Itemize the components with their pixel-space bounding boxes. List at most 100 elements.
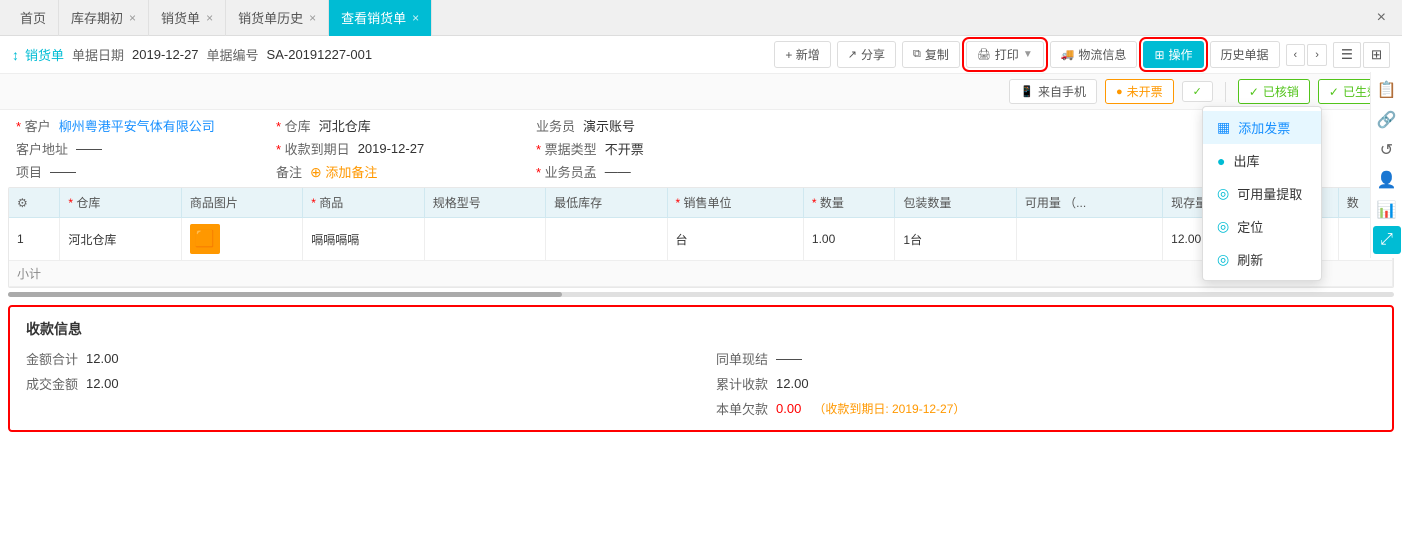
- warehouse-value: 河北仓库: [319, 116, 371, 135]
- col-min-stock: 最低库存: [546, 188, 667, 218]
- col-warehouse: * 仓库: [60, 188, 181, 218]
- dropdown-refresh[interactable]: ◎ 刷新: [1203, 243, 1321, 276]
- ticket-value: 不开票: [605, 139, 644, 158]
- staff-value: 演示账号: [583, 116, 635, 135]
- copy-button[interactable]: ⧉ 复制: [902, 41, 960, 68]
- row-avail-qty: [1016, 218, 1162, 261]
- address-label: 客户地址: [16, 139, 68, 158]
- tab-history[interactable]: 销货单历史 ×: [226, 0, 329, 36]
- sidebar-refresh-icon[interactable]: ↺: [1373, 136, 1401, 164]
- outbound-icon: ●: [1217, 153, 1225, 169]
- confirmed-badge: ✓ 已核销: [1238, 79, 1310, 104]
- tab-inventory[interactable]: 库存期初 ×: [59, 0, 149, 36]
- customer-field: 客户 柳州粤港平安气体有限公司: [16, 116, 236, 135]
- col-product-img: 商品图片: [181, 188, 302, 218]
- refresh-icon: ◎: [1217, 251, 1229, 268]
- salesperson-value: ——: [605, 164, 631, 179]
- payment-right: 同单现结 —— 累计收款 12.00 本单欠款 0.00 （收款到期日: 201…: [716, 349, 1376, 418]
- due-label: 收款到期日: [276, 139, 350, 158]
- tab-sales-close[interactable]: ×: [206, 11, 213, 25]
- sidebar-chart-icon[interactable]: 📊: [1373, 196, 1401, 224]
- form-row-1: 客户 柳州粤港平安气体有限公司 仓库 河北仓库 业务员 演示账号: [16, 116, 1386, 135]
- warehouse-label: 仓库: [276, 116, 311, 135]
- form-row-3: 项目 —— 备注 ⊕ 添加备注 业务员孟 ——: [16, 162, 1386, 181]
- dropdown-locate[interactable]: ◎ 定位: [1203, 210, 1321, 243]
- logistics-button[interactable]: 🚚 物流信息: [1050, 41, 1138, 68]
- dropdown-outbound[interactable]: ● 出库: [1203, 144, 1321, 177]
- nav-arrows: ‹ ›: [1286, 44, 1327, 66]
- print-button[interactable]: 🖨 打印 ▼: [966, 41, 1044, 68]
- project-label: 项目: [16, 162, 42, 181]
- tab-bar: 首页 库存期初 × 销货单 × 销货单历史 × 查看销货单 × ×: [0, 0, 1402, 36]
- tab-view-sales[interactable]: 查看销货单 ×: [329, 0, 432, 36]
- tab-history-close[interactable]: ×: [309, 11, 316, 25]
- owed-row: 本单欠款 0.00 （收款到期日: 2019-12-27）: [716, 399, 1376, 418]
- warehouse-field: 仓库 河北仓库: [276, 116, 496, 135]
- doc-header: ↕ 销货单 单据日期 2019-12-27 单据编号 SA-20191227-0…: [0, 36, 1402, 74]
- share-button[interactable]: ↗ 分享: [837, 41, 896, 68]
- row-product-img: 🟧: [181, 218, 302, 261]
- project-value: ——: [50, 164, 76, 179]
- table-scroll-hint: [8, 292, 1394, 297]
- sidebar-user-icon[interactable]: 👤: [1373, 166, 1401, 194]
- col-qty: * 数量: [803, 188, 895, 218]
- row-min-stock: [546, 218, 667, 261]
- qty-pickup-icon: ◎: [1217, 185, 1229, 202]
- col-pkg-qty: 包装数量: [895, 188, 1016, 218]
- data-table-container: ⚙ * 仓库 商品图片 * 商品 规格型号 最低库存 * 销售单位 * 数量 包…: [8, 187, 1394, 288]
- salesperson-label: 业务员孟: [536, 162, 597, 181]
- col-gear: ⚙: [9, 188, 60, 218]
- grid-view-button[interactable]: ⊞: [1363, 42, 1390, 68]
- product-thumbnail: 🟧: [190, 224, 220, 254]
- settings-icon[interactable]: ⚙: [17, 196, 28, 210]
- list-view-button[interactable]: ☰: [1333, 42, 1361, 68]
- col-avail-qty: 可用量 （...: [1016, 188, 1162, 218]
- row-unit: 台: [667, 218, 803, 261]
- customer-value[interactable]: 柳州粤港平安气体有限公司: [59, 116, 215, 135]
- customer-label: 客户: [16, 116, 51, 135]
- project-field: 项目 ——: [16, 162, 236, 181]
- subtotal-row: 小计: [9, 261, 1393, 287]
- ticket-field: 票据类型 不开票: [536, 139, 756, 158]
- row-spec: [424, 218, 545, 261]
- toolbar-row: 📱 来自手机 ● 未开票 ✓ ✓ 已核销 ✓ 已生效: [0, 74, 1402, 110]
- main-content: ↕ 销货单 单据日期 2019-12-27 单据编号 SA-20191227-0…: [0, 36, 1402, 533]
- row-pkg-qty: 1台: [895, 218, 1016, 261]
- dropdown-add-invoice[interactable]: ▦ 添加发票: [1203, 111, 1321, 144]
- history-button[interactable]: 历史单据: [1210, 41, 1280, 68]
- not-open-button[interactable]: ● 未开票: [1105, 79, 1174, 104]
- sidebar-clipboard-icon[interactable]: 📋: [1373, 76, 1401, 104]
- dropdown-qty-pickup[interactable]: ◎ 可用量提取: [1203, 177, 1321, 210]
- new-button[interactable]: + 新增: [774, 41, 830, 68]
- address-value: ——: [76, 141, 102, 156]
- row-qty: 1.00: [803, 218, 895, 261]
- payment-title: 收款信息: [26, 319, 1376, 339]
- sidebar-link-icon[interactable]: 🔗: [1373, 106, 1401, 134]
- prev-button[interactable]: ‹: [1286, 44, 1306, 66]
- doc-type-label: ↕ 销货单: [12, 45, 64, 64]
- col-unit: * 销售单位: [667, 188, 803, 218]
- tab-sales[interactable]: 销货单 ×: [149, 0, 226, 36]
- toolbar-divider: [1225, 82, 1226, 102]
- locate-icon: ◎: [1217, 218, 1229, 235]
- payment-section: 收款信息 金额合计 12.00 成交金额 12.00 同单现结 —— 累计收款: [8, 305, 1394, 432]
- tab-home[interactable]: 首页: [8, 0, 59, 36]
- window-close-button[interactable]: ×: [1369, 9, 1394, 27]
- doc-actions: + 新增 ↗ 分享 ⧉ 复制 🖨 打印 ▼ 🚚 物流信息 ⊞ 操作: [774, 41, 1390, 68]
- next-button[interactable]: ›: [1307, 44, 1327, 66]
- staff-label: 业务员: [536, 116, 575, 135]
- tab-inventory-close[interactable]: ×: [129, 11, 136, 25]
- due-field: 收款到期日 2019-12-27: [276, 139, 496, 158]
- sidebar-expand-icon[interactable]: ⤢: [1373, 226, 1401, 254]
- form-section: 客户 柳州粤港平安气体有限公司 仓库 河北仓库 业务员 演示账号 客户地址 ——: [0, 110, 1402, 187]
- confirm-button[interactable]: ✓: [1182, 81, 1213, 102]
- cumulative-row: 累计收款 12.00: [716, 374, 1376, 393]
- tab-view-sales-close[interactable]: ×: [412, 11, 419, 25]
- row-warehouse: 河北仓库: [60, 218, 181, 261]
- operate-button[interactable]: ⊞ 操作: [1143, 41, 1203, 68]
- from-phone-button[interactable]: 📱 来自手机: [1009, 79, 1097, 104]
- address-field: 客户地址 ——: [16, 139, 236, 158]
- staff-field: 业务员 演示账号: [536, 116, 756, 135]
- subtotal-label: 小计: [9, 261, 1393, 287]
- add-note-button[interactable]: ⊕ 添加备注: [310, 162, 377, 181]
